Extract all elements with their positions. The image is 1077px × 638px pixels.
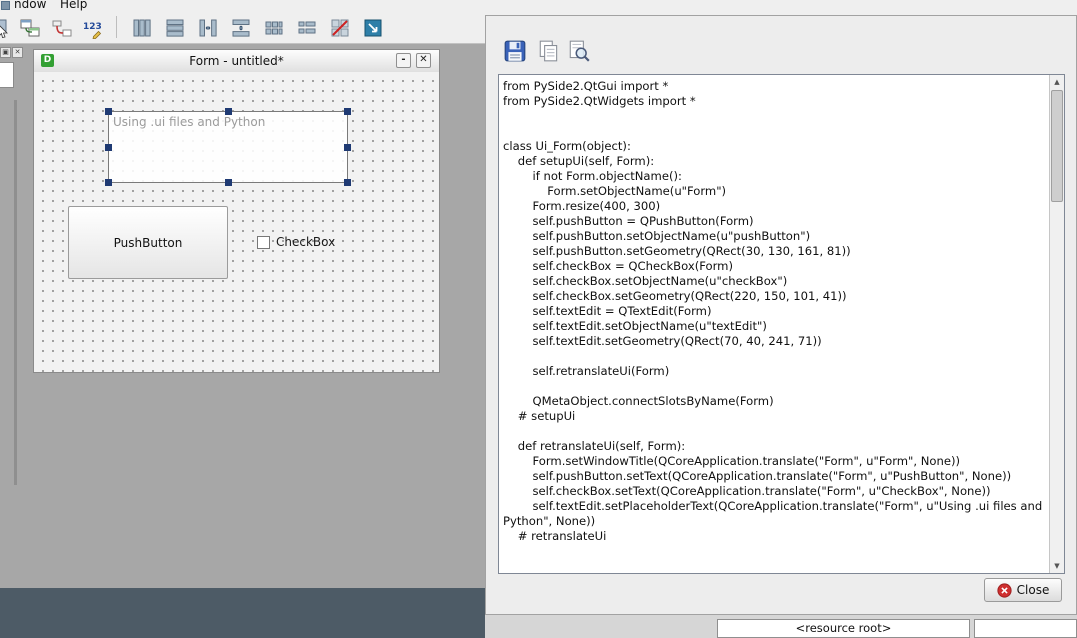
edit-buddies-icon[interactable] (48, 14, 76, 42)
edit-widgets-icon[interactable] (0, 14, 14, 42)
dock-float-icon[interactable]: ▣ (0, 47, 11, 58)
code-view: from PySide2.QtGui import * from PySide2… (498, 74, 1065, 574)
generated-code[interactable]: from PySide2.QtGui import * from PySide2… (499, 75, 1049, 573)
checkbox-indicator[interactable] (257, 236, 270, 249)
form-window-titlebar[interactable]: D Form - untitled* - ✕ (34, 50, 439, 73)
dock-close-icon[interactable]: ✕ (12, 47, 23, 58)
code-scrollbar[interactable]: ▲ ▼ (1049, 75, 1064, 573)
selection-handle[interactable] (344, 144, 351, 151)
close-button[interactable]: ✕ (416, 53, 431, 68)
layout-horizontal-icon[interactable] (128, 14, 156, 42)
checkbox-label: CheckBox (276, 235, 335, 249)
scroll-up-icon[interactable]: ▲ (1050, 75, 1064, 89)
menubar: ndow Help (0, 0, 1077, 12)
menu-help[interactable]: Help (60, 0, 87, 11)
textedit-widget[interactable]: Using .ui files and Python (108, 111, 348, 183)
layout-form-icon[interactable] (293, 14, 321, 42)
scroll-down-icon[interactable]: ▼ (1050, 559, 1064, 573)
scrollbar-thumb[interactable] (1051, 90, 1063, 202)
edit-signals-slots-icon[interactable] (16, 14, 44, 42)
find-icon[interactable] (566, 38, 592, 64)
pushbutton-widget[interactable]: PushButton (68, 206, 228, 279)
toolbar-separator (116, 16, 117, 38)
close-icon (997, 583, 1012, 598)
svg-text:123: 123 (83, 22, 102, 32)
close-dialog-button[interactable]: Close (984, 578, 1062, 602)
selection-handle[interactable] (344, 179, 351, 186)
selection-handle[interactable] (105, 179, 112, 186)
form-editor-window: D Form - untitled* - ✕ Using .ui files a… (33, 49, 440, 373)
selection-handle[interactable] (344, 108, 351, 115)
resource-browser-strip: <resource root> (485, 615, 1077, 638)
splitter-vertical-icon[interactable] (227, 14, 255, 42)
resource-file-pane[interactable] (974, 619, 1077, 638)
textedit-placeholder: Using .ui files and Python (109, 112, 347, 132)
copy-icon[interactable] (536, 38, 562, 64)
minimize-button[interactable]: - (396, 53, 411, 68)
layout-vertical-icon[interactable] (161, 14, 189, 42)
resource-root-item[interactable]: <resource root> (717, 619, 970, 638)
selection-handle[interactable] (105, 144, 112, 151)
qt-designer-window: ndow Help 123 (0, 0, 1077, 638)
close-button-label: Close (1017, 583, 1050, 597)
selection-handle[interactable] (225, 108, 232, 115)
form-window-title: Form - untitled* (34, 54, 439, 68)
layout-grid-icon[interactable] (260, 14, 288, 42)
code-preview-dialog: from PySide2.QtGui import * from PySide2… (485, 15, 1077, 615)
dock-scrollbar[interactable] (14, 100, 17, 485)
checkbox-widget[interactable]: CheckBox (257, 235, 335, 249)
save-icon[interactable] (502, 38, 528, 64)
edit-tab-order-icon[interactable]: 123 (78, 14, 106, 42)
splitter-horizontal-icon[interactable] (194, 14, 222, 42)
menu-window[interactable]: ndow (14, 0, 46, 11)
background-panel (0, 588, 485, 638)
break-layout-icon[interactable] (326, 14, 354, 42)
selection-handle[interactable] (105, 108, 112, 115)
widget-filter-input[interactable] (0, 62, 14, 88)
app-icon (1, 1, 10, 10)
adjust-size-icon[interactable] (359, 14, 387, 42)
selection-handle[interactable] (225, 179, 232, 186)
